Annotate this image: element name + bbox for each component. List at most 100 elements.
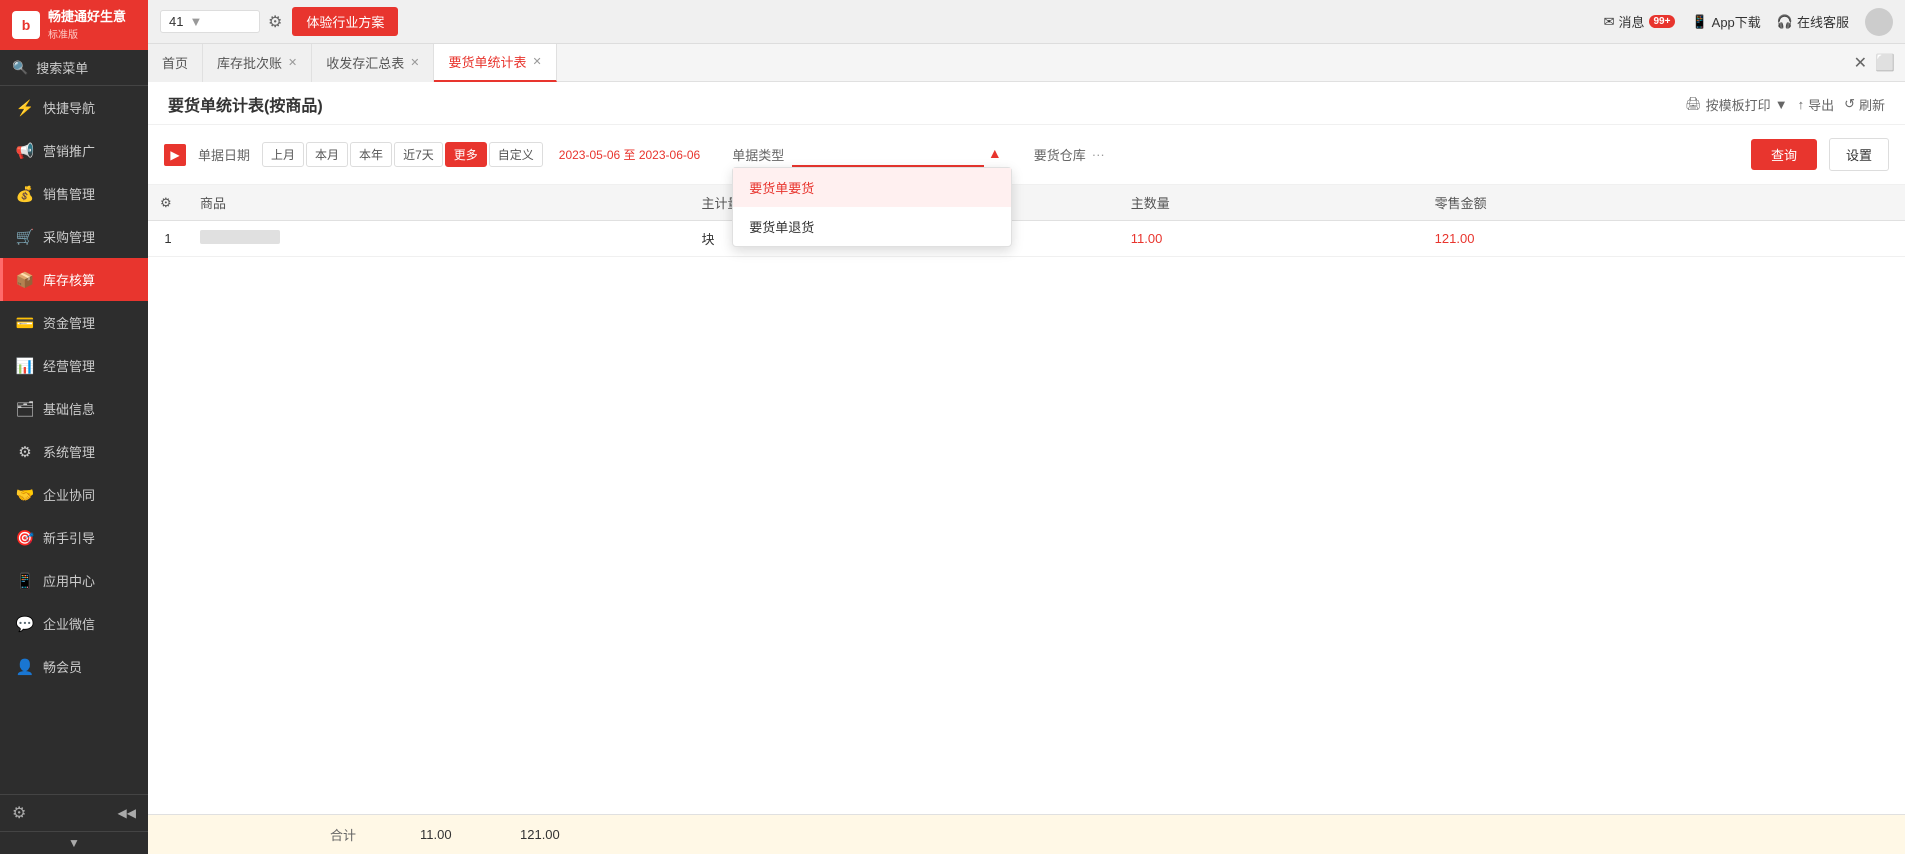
nav-label-marketing: 营销推广 (43, 141, 95, 160)
nav-icon-member: 👤 (15, 658, 35, 676)
tab-receivable-summary[interactable]: 收发存汇总表 ✕ (312, 44, 434, 82)
date-btn-this-month[interactable]: 本月 (306, 142, 348, 167)
date-btn-last-7[interactable]: 近7天 (394, 142, 443, 167)
collapse-icon[interactable]: ◀◀ (118, 806, 136, 820)
nav-label-wechat_enterprise: 企业微信 (43, 614, 95, 633)
settings-button-filter[interactable]: 设置 (1829, 138, 1889, 171)
date-btn-custom[interactable]: 自定义 (489, 142, 543, 167)
footer-amount-value: 121.00 (520, 827, 560, 842)
settings-button[interactable]: ⚙ (268, 12, 282, 32)
tabs-bar: 首页 库存批次账 ✕ 收发存汇总表 ✕ 要货单统计表 ✕ ✕ ⬜ (148, 44, 1905, 82)
dropdown-item-yaohuo_return[interactable]: 要货单退货 (733, 207, 1011, 246)
footer-quantity: 11.00 (400, 827, 500, 842)
nav-icon-system: ⚙ (15, 443, 35, 461)
nav-icon-operations: 📊 (15, 357, 35, 375)
top-bar-right: ✉ 消息 99+ 📱 App下载 🎧 在线客服 (1604, 8, 1893, 36)
sidebar-footer: ⚙ ◀◀ (0, 794, 148, 831)
sidebar-item-finance[interactable]: 💳 资金管理 (0, 301, 148, 344)
app-download-button[interactable]: 📱 App下载 (1691, 12, 1760, 31)
type-filter-arrow[interactable]: ▲ (988, 145, 1002, 161)
footer-amount: 121.00 (500, 827, 600, 842)
nav-label-sales: 销售管理 (43, 184, 95, 203)
nav-label-app_center: 应用中心 (43, 571, 95, 590)
nav-icon-app_center: 📱 (15, 572, 35, 590)
sidebar-item-wechat_enterprise[interactable]: 💬 企业微信 (0, 602, 148, 645)
export-button[interactable]: ↑ 导出 (1798, 95, 1835, 114)
col-product-header: 商品 (188, 185, 690, 221)
nav-label-enterprise: 企业协同 (43, 485, 95, 504)
app-badge: 标准版 (48, 26, 126, 41)
nav-icon-inventory: 📦 (15, 271, 35, 289)
sidebar-item-inventory[interactable]: 📦 库存核算 (0, 258, 148, 301)
settings-icon[interactable]: ⚙ (12, 803, 26, 823)
quantity-link[interactable]: 11.00 (1131, 231, 1163, 246)
nav-label-inventory: 库存核算 (43, 270, 95, 289)
col-settings-icon[interactable]: ⚙ (160, 195, 172, 210)
sidebar-item-basic_info[interactable]: 🗂 基础信息 (0, 387, 148, 430)
dropdown-item-yaohuo_order[interactable]: 要货单要货 (733, 168, 1011, 207)
messages-badge: 99+ (1649, 15, 1676, 28)
filter-expand-button[interactable]: ▶ (164, 144, 186, 166)
row-empty (1789, 221, 1905, 257)
tab-order-summary-close[interactable]: ✕ (533, 55, 542, 68)
sidebar-item-enterprise[interactable]: 🤝 企业协同 (0, 473, 148, 516)
type-filter-input[interactable] (792, 142, 984, 167)
tab-inventory-batch-close[interactable]: ✕ (288, 56, 297, 69)
filter-bar: ▶ 单据日期 上月 本月 本年 近7天 更多 自定义 2023-05-06 至 … (148, 125, 1905, 185)
company-dropdown-icon: ▼ (189, 14, 202, 29)
tab-close-all[interactable]: ✕ (1854, 53, 1867, 73)
tab-receivable-summary-label: 收发存汇总表 (326, 53, 404, 72)
messages-button[interactable]: ✉ 消息 99+ (1604, 12, 1676, 31)
message-icon: ✉ (1604, 14, 1615, 30)
type-dropdown-container: ▲ 要货单要货要货单退货 (792, 142, 1001, 167)
print-dropdown-icon: ▼ (1775, 97, 1788, 112)
warehouse-dots[interactable]: ··· (1092, 147, 1105, 162)
online-service-label: 在线客服 (1797, 12, 1849, 31)
amount-link[interactable]: 121.00 (1435, 231, 1475, 246)
date-shortcuts: 上月 本月 本年 近7天 更多 自定义 (262, 142, 543, 167)
page-actions: 🖨 按模板打印 ▼ ↑ 导出 ↺ 刷新 (1685, 95, 1885, 114)
avatar[interactable] (1865, 8, 1893, 36)
company-selector[interactable]: 41 ▼ (160, 10, 260, 33)
online-service-button[interactable]: 🎧 在线客服 (1777, 12, 1849, 31)
nav-label-finance: 资金管理 (43, 313, 95, 332)
sidebar-item-purchase[interactable]: 🛒 采购管理 (0, 215, 148, 258)
query-button[interactable]: 查询 (1751, 139, 1817, 170)
nav-icon-purchase: 🛒 (15, 228, 35, 246)
col-amount-header: 零售金额 (1423, 185, 1790, 221)
nav-label-purchase: 采购管理 (43, 227, 95, 246)
table-row: 1 块 11.00 121.00 (148, 221, 1905, 257)
main-content: 首页 库存批次账 ✕ 收发存汇总表 ✕ 要货单统计表 ✕ ✕ ⬜ 要货单统计表(… (148, 44, 1905, 854)
date-btn-last-month[interactable]: 上月 (262, 142, 304, 167)
tab-order-summary[interactable]: 要货单统计表 ✕ (434, 44, 556, 82)
date-btn-this-year[interactable]: 本年 (350, 142, 392, 167)
tab-maximize[interactable]: ⬜ (1875, 53, 1895, 73)
sidebar-item-quick_nav[interactable]: ⚡ 快捷导航 (0, 86, 148, 129)
sidebar-item-sales[interactable]: 💰 销售管理 (0, 172, 148, 215)
company-name: 41 (169, 14, 183, 29)
refresh-button[interactable]: ↺ 刷新 (1844, 95, 1885, 114)
sidebar-search[interactable]: 🔍 搜索菜单 (0, 50, 148, 86)
footer-label: 合计 (160, 825, 400, 844)
date-btn-more[interactable]: 更多 (445, 142, 487, 167)
print-button[interactable]: 🖨 按模板打印 ▼ (1685, 95, 1787, 114)
sidebar-item-system[interactable]: ⚙ 系统管理 (0, 430, 148, 473)
sidebar-item-operations[interactable]: 📊 经营管理 (0, 344, 148, 387)
date-filter-label: 单据日期 (198, 145, 250, 164)
date-range-display: 2023-05-06 至 2023-06-06 (559, 146, 700, 163)
tab-inventory-batch[interactable]: 库存批次账 ✕ (203, 44, 312, 82)
footer-quantity-value: 11.00 (420, 827, 452, 842)
service-icon: 🎧 (1777, 14, 1793, 30)
export-label: 导出 (1808, 95, 1834, 114)
sidebar-item-member[interactable]: 👤 畅会员 (0, 645, 148, 688)
sidebar-item-beginner[interactable]: 🎯 新手引导 (0, 516, 148, 559)
app-logo: b (12, 11, 40, 39)
download-icon: 📱 (1691, 14, 1707, 30)
industry-button[interactable]: 体验行业方案 (292, 7, 398, 36)
tab-receivable-summary-close[interactable]: ✕ (410, 56, 419, 69)
tab-home[interactable]: 首页 (148, 44, 203, 82)
sidebar-item-marketing[interactable]: 📢 营销推广 (0, 129, 148, 172)
sidebar-nav: ⚡ 快捷导航 📢 营销推广 💰 销售管理 🛒 采购管理 📦 库存核算 💳 资金管… (0, 86, 148, 794)
nav-icon-quick_nav: ⚡ (15, 99, 35, 117)
sidebar-item-app_center[interactable]: 📱 应用中心 (0, 559, 148, 602)
